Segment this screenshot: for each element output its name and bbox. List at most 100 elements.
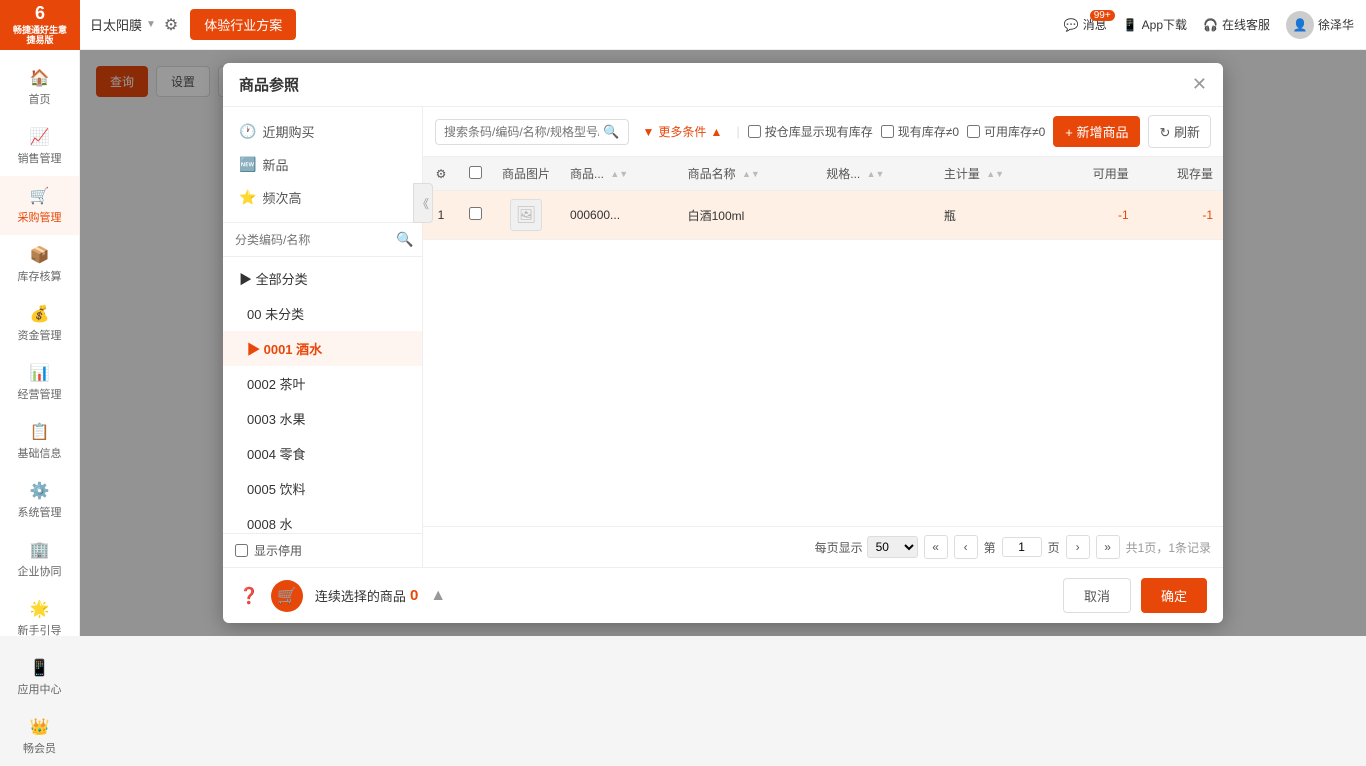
show-disabled-checkbox[interactable] <box>235 544 248 557</box>
table-settings-icon[interactable]: ⚙ <box>436 167 447 181</box>
check-available-label[interactable]: 可用库存≠0 <box>984 123 1045 140</box>
sidebar-item-system[interactable]: ⚙️ 系统管理 <box>0 471 79 530</box>
user-item[interactable]: 👤 徐泽华 <box>1286 11 1354 39</box>
th-available[interactable]: 可用量 <box>1054 157 1138 191</box>
category-all-label: ▶ 全部分类 <box>239 269 308 288</box>
filter-icon: ▼ <box>643 125 655 139</box>
modal-title: 商品参照 <box>239 74 299 95</box>
product-search-icon[interactable]: 🔍 <box>603 124 619 140</box>
check-available-nonzero: 可用库存≠0 <box>967 123 1045 140</box>
frequent-icon: ⭐ <box>239 189 256 206</box>
check-warehouse-checkbox[interactable] <box>748 125 761 138</box>
footer-collapse-icon[interactable]: ▲ <box>430 587 446 605</box>
category-beverage[interactable]: 0005 饮料 <box>223 471 422 506</box>
gear-icon[interactable]: ⚙ <box>164 15 178 35</box>
sidebar-item-enterprise[interactable]: 🏢 企业协同 <box>0 530 79 589</box>
check-stock-label[interactable]: 现有库存≠0 <box>898 123 959 140</box>
category-search-icon[interactable]: 🔍 <box>396 231 413 248</box>
sidebar-item-purchase[interactable]: 🛒 采购管理 <box>0 176 79 235</box>
modal-header: 商品参照 ✕ <box>223 63 1223 107</box>
category-water[interactable]: 0008 水 <box>223 506 422 533</box>
nav-item-frequent[interactable]: ⭐ 频次高 <box>223 181 422 214</box>
member-icon: 👑 <box>30 717 50 737</box>
category-list: ▶ 全部分类 00 未分类 ▶ 0001 酒水 0002 茶叶 <box>223 257 422 533</box>
modal-close-button[interactable]: ✕ <box>1192 74 1207 95</box>
th-code[interactable]: 商品... ▲▼ <box>560 157 678 191</box>
more-filter-button[interactable]: ▼ 更多条件 ▲ <box>637 119 729 144</box>
th-select-all[interactable] <box>459 157 492 191</box>
customer-service-item[interactable]: 🎧 在线客服 <box>1203 16 1270 33</box>
sidebar-item-finance[interactable]: 💰 资金管理 <box>0 294 79 353</box>
collapse-panel-button[interactable]: 《 <box>413 183 433 223</box>
category-beverage-label: 0005 饮料 <box>247 479 306 498</box>
modal-footer: ❓ 🛒 连续选择的商品 0 ▲ 取消 确定 <box>223 567 1223 623</box>
row-checkbox[interactable] <box>469 207 482 220</box>
current-page-input[interactable] <box>1002 537 1042 557</box>
prev-page-button[interactable]: ‹ <box>954 535 978 559</box>
add-product-button[interactable]: + 新增商品 <box>1053 116 1140 147</box>
sidebar-item-inventory[interactable]: 📦 库存核算 <box>0 235 79 294</box>
sidebar-item-apps[interactable]: 📱 应用中心 <box>0 648 79 707</box>
purchase-icon: 🛒 <box>30 186 50 206</box>
category-snack[interactable]: 0004 零食 <box>223 436 422 471</box>
sidebar-item-guide[interactable]: 🌟 新手引导 <box>0 589 79 648</box>
branch-selector[interactable]: 日太阳膜 ▼ <box>90 15 156 34</box>
finance-icon: 💰 <box>30 304 50 324</box>
sidebar-item-home[interactable]: 🏠 首页 <box>0 58 79 117</box>
sidebar-item-basic[interactable]: 📋 基础信息 <box>0 412 79 471</box>
check-stock-nonzero: 现有库存≠0 <box>881 123 959 140</box>
message-icon: 💬 <box>1064 18 1079 32</box>
select-all-checkbox[interactable] <box>469 166 482 179</box>
refresh-button[interactable]: ↻ 刷新 <box>1148 115 1211 148</box>
sidebar-item-operations[interactable]: 📊 经营管理 <box>0 353 79 412</box>
th-stock[interactable]: 现存量 <box>1139 157 1223 191</box>
cart-icon[interactable]: 🛒 <box>271 580 303 612</box>
selected-label: 连续选择的商品 <box>315 586 406 605</box>
show-disabled-label[interactable]: 显示停用 <box>254 542 302 559</box>
messages-item[interactable]: 💬 消息 99+ <box>1064 16 1107 33</box>
first-page-button[interactable]: « <box>924 535 948 559</box>
category-tea[interactable]: 0002 茶叶 <box>223 366 422 401</box>
th-name[interactable]: 商品名称 ▲▼ <box>678 157 817 191</box>
check-warehouse-label[interactable]: 按仓库显示现有库存 <box>765 123 873 140</box>
left-panel: 🕐 近期购买 🆕 新品 ⭐ 频次高 <box>223 107 423 567</box>
per-page-select[interactable]: 10 20 50 100 <box>867 536 918 558</box>
per-page-wrap: 每页显示 10 20 50 100 <box>815 536 918 558</box>
th-spec[interactable]: 规格... ▲▼ <box>816 157 934 191</box>
nav-item-recent[interactable]: 🕐 近期购买 <box>223 115 422 148</box>
last-page-button[interactable]: » <box>1096 535 1120 559</box>
operations-icon: 📊 <box>30 363 50 383</box>
th-unit[interactable]: 主计量 ▲▼ <box>934 157 1055 191</box>
sidebar-label-sales: 销售管理 <box>18 150 62 166</box>
help-icon[interactable]: ❓ <box>239 586 259 606</box>
confirm-button[interactable]: 确定 <box>1141 578 1207 613</box>
product-search-input[interactable] <box>444 125 599 139</box>
sidebar-item-sales[interactable]: 📈 销售管理 <box>0 117 79 176</box>
right-panel: 🔍 ▼ 更多条件 ▲ | 按仓库显示现有库存 <box>423 107 1223 567</box>
check-available-checkbox[interactable] <box>967 125 980 138</box>
category-all[interactable]: ▶ 全部分类 <box>223 261 422 296</box>
logo-edition: 捷易版 <box>13 35 67 46</box>
pagination: 每页显示 10 20 50 100 « ‹ 第 <box>423 526 1223 567</box>
mobile-icon: 📱 <box>1123 18 1138 32</box>
th-stock-label: 现存量 <box>1177 167 1213 181</box>
td-available: -1 <box>1054 191 1138 240</box>
table-row[interactable]: 1 🖼 000600... 白酒100ml <box>423 191 1223 240</box>
category-liquor[interactable]: ▶ 0001 酒水 <box>223 331 422 366</box>
cancel-button[interactable]: 取消 <box>1063 578 1131 613</box>
category-search-input[interactable] <box>235 233 390 247</box>
category-tea-label: 0002 茶叶 <box>247 374 306 393</box>
category-fruit[interactable]: 0003 水果 <box>223 401 422 436</box>
cta-button[interactable]: 体验行业方案 <box>190 9 296 40</box>
category-unclassified[interactable]: 00 未分类 <box>223 296 422 331</box>
sidebar-label-system: 系统管理 <box>18 504 62 520</box>
modal-body: 🕐 近期购买 🆕 新品 ⭐ 频次高 <box>223 107 1223 567</box>
check-stock-checkbox[interactable] <box>881 125 894 138</box>
nav-item-new[interactable]: 🆕 新品 <box>223 148 422 181</box>
sidebar-item-member[interactable]: 👑 畅会员 <box>0 707 79 766</box>
td-code: 000600... <box>560 191 678 240</box>
page-label: 第 <box>984 539 996 556</box>
td-checkbox[interactable] <box>459 191 492 240</box>
app-download-item[interactable]: 📱 App下载 <box>1123 16 1187 33</box>
next-page-button[interactable]: › <box>1066 535 1090 559</box>
